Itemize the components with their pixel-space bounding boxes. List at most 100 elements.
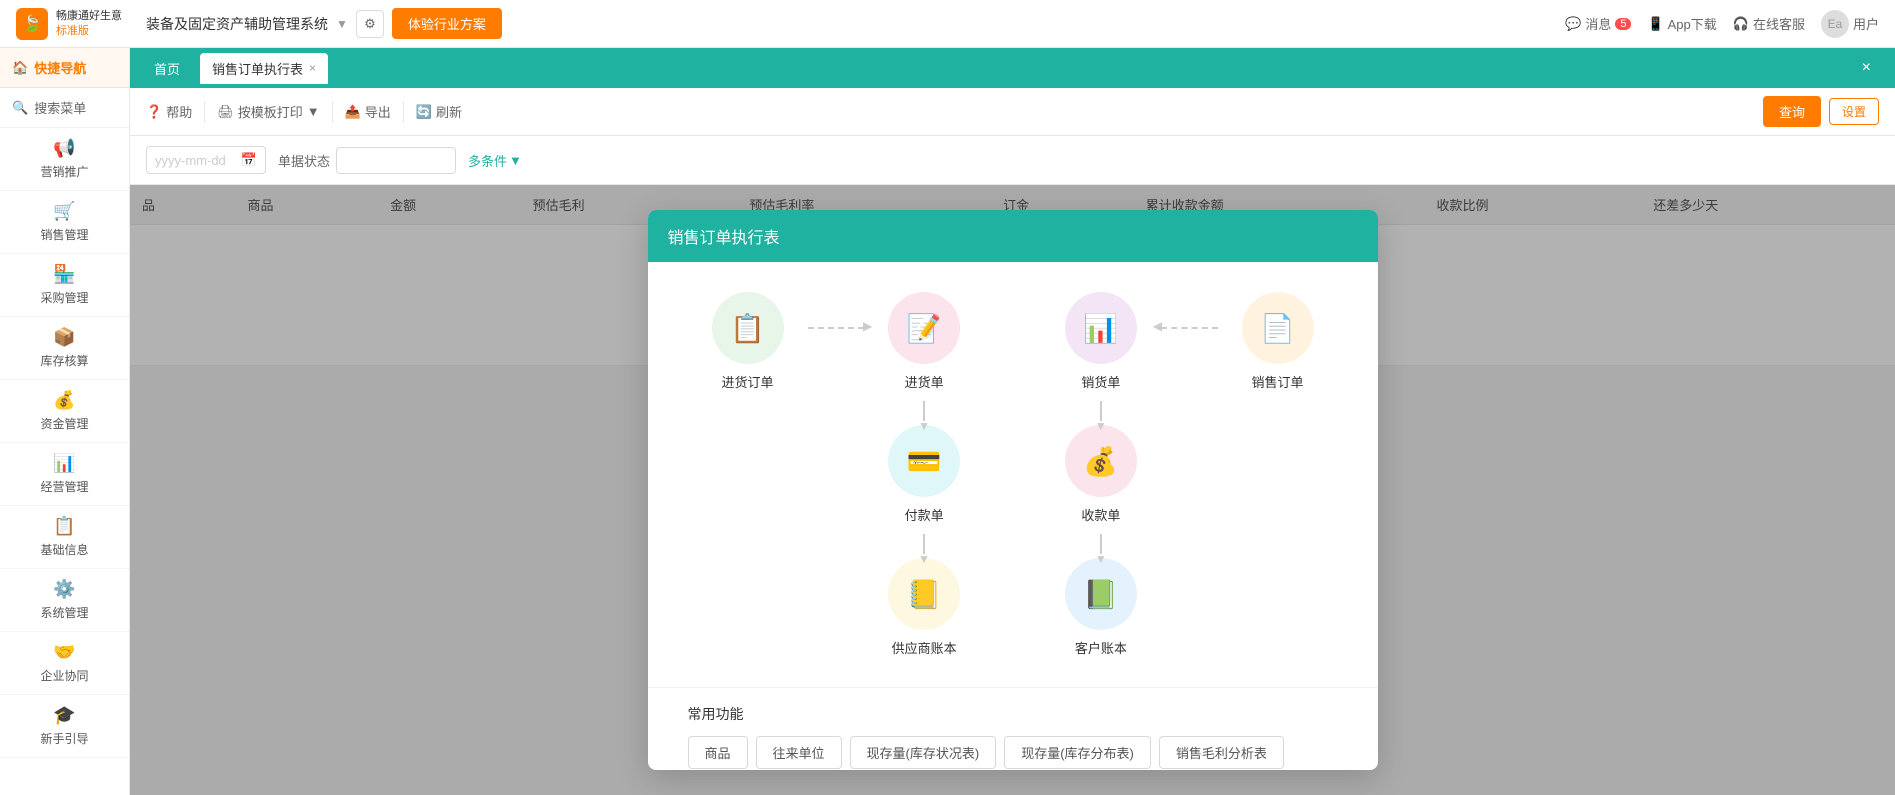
- refresh-button[interactable]: 🔄 刷新: [416, 102, 462, 121]
- sale-order-label: 销售订单: [1252, 372, 1304, 391]
- help-button[interactable]: ❓ 帮助: [146, 102, 192, 121]
- logo-area: 🍃 畅康通好生意 标准版: [16, 8, 146, 40]
- spacer-middle: [984, 328, 1041, 356]
- flow-row-1: 📋 进货订单 📝 进货单: [688, 292, 1338, 391]
- export-icon: 📤: [345, 104, 361, 120]
- flow-node-sale-bill[interactable]: 📊 销货单: [1041, 292, 1161, 391]
- flow-node-purchase-bill[interactable]: 📝 进货单: [864, 292, 984, 391]
- modal-header: 销售订单执行表: [648, 210, 1378, 262]
- marketing-icon: 📢: [53, 138, 75, 159]
- set-button[interactable]: 设置: [1829, 98, 1879, 125]
- online-service-button[interactable]: 🎧 在线客服: [1733, 14, 1805, 33]
- avatar: Ea: [1821, 10, 1849, 38]
- sidebar-item-basic[interactable]: 📋 基础信息: [0, 506, 129, 569]
- sale-bill-circle: 📊: [1065, 292, 1137, 364]
- status-field: 单据状态: [278, 147, 456, 174]
- sidebar-item-purchase[interactable]: 🏪 采购管理: [0, 254, 129, 317]
- tab-sales-order[interactable]: 销售订单执行表 ×: [200, 53, 328, 84]
- gear-button[interactable]: ⚙: [356, 10, 384, 38]
- main-content: 品 商品 金额 预估毛利 预估毛利率 订金 累计收款金额 收款比例 还差多少天: [130, 185, 1895, 795]
- tab-bar: 首页 销售订单执行表 × ×: [130, 48, 1895, 88]
- func-btn-product[interactable]: 商品: [688, 736, 748, 769]
- message-button[interactable]: 💬 消息 5: [1565, 14, 1631, 33]
- date-start-input[interactable]: yyyy-mm-dd 📅: [146, 146, 266, 174]
- func-btn-stock-dist[interactable]: 现存量(库存分布表): [1004, 736, 1151, 769]
- flow-node-purchase-order[interactable]: 📋 进货订单: [688, 292, 808, 391]
- top-bar: 🍃 畅康通好生意 标准版 装备及固定资产辅助管理系统 ▼ ⚙ 体验行业方案 💬 …: [0, 0, 1895, 48]
- arrow-v-2: [1100, 401, 1102, 421]
- func-btn-stock-status[interactable]: 现存量(库存状况表): [850, 736, 997, 769]
- more-conditions-button[interactable]: 多条件 ▼: [468, 151, 522, 170]
- modal-overlay[interactable]: 销售订单执行表 📋 进货订单: [130, 185, 1895, 795]
- search-menu-item[interactable]: 🔍 搜索菜单: [0, 88, 129, 128]
- sidebar-item-newbie[interactable]: 🎓 新手引导: [0, 695, 129, 758]
- print-icon: 🖨: [217, 104, 234, 120]
- purchase-bill-label: 进货单: [905, 372, 944, 391]
- common-functions-area: 常用功能 商品 往来单位 现存量(库存状况表) 现存量(库存分布表) 销售毛利分…: [648, 687, 1378, 770]
- basic-icon: 📋: [53, 516, 75, 537]
- flow-node-receipt[interactable]: 💰 收款单: [1041, 425, 1161, 524]
- system-dropdown-arrow[interactable]: ▼: [336, 17, 348, 31]
- sidebar-item-sales[interactable]: 🛒 销售管理: [0, 191, 129, 254]
- download-icon: 📱: [1647, 16, 1663, 32]
- flow-arrows-row2: [688, 534, 1338, 554]
- export-button[interactable]: 📤 导出: [345, 102, 391, 121]
- sidebar-item-enterprise[interactable]: 🤝 企业协同: [0, 632, 129, 695]
- customer-ledger-label: 客户账本: [1075, 638, 1127, 657]
- supplier-ledger-label: 供应商账本: [892, 638, 957, 657]
- flow-diagram: 📋 进货订单 📝 进货单: [648, 262, 1378, 687]
- func-btn-counterpart[interactable]: 往来单位: [756, 736, 842, 769]
- status-select[interactable]: [336, 147, 456, 174]
- sidebar-item-operation[interactable]: 📊 经营管理: [0, 443, 129, 506]
- service-icon: 🎧: [1733, 16, 1749, 32]
- arrow-down-receipt: [1041, 534, 1161, 554]
- s9: [984, 534, 1041, 554]
- spacer-left: [688, 401, 808, 421]
- flow-row-3: 📒 供应商账本 📗 客户账本: [688, 558, 1338, 657]
- flow-node-customer-ledger[interactable]: 📗 客户账本: [1041, 558, 1161, 657]
- func-buttons-row: 商品 往来单位 现存量(库存状况表) 现存量(库存分布表) 销售毛利分析表 商品…: [688, 736, 1338, 770]
- message-badge: 5: [1615, 18, 1631, 30]
- operation-icon: 📊: [53, 453, 75, 474]
- payment-label: 付款单: [905, 505, 944, 524]
- print-dropdown-icon: ▼: [307, 104, 320, 119]
- divider3: [403, 102, 404, 122]
- expand-icon: ▼: [509, 153, 522, 168]
- purchase-order-circle: 📋: [712, 292, 784, 364]
- arrow-down-payment: [864, 534, 984, 554]
- flow-node-sale-order[interactable]: 📄 销售订单: [1218, 292, 1338, 391]
- flow-node-payment[interactable]: 💳 付款单: [864, 425, 984, 524]
- flow-node-supplier-ledger[interactable]: 📒 供应商账本: [864, 558, 984, 657]
- quick-nav-header[interactable]: 🏠 快捷导航: [0, 48, 129, 88]
- flow-arrows-row: [688, 401, 1338, 421]
- func-btn-sales-profit[interactable]: 销售毛利分析表: [1159, 736, 1284, 769]
- app-download-button[interactable]: 📱 App下载: [1647, 14, 1716, 33]
- newbie-icon: 🎓: [53, 705, 75, 726]
- tab-bar-close-icon[interactable]: ×: [1846, 59, 1887, 77]
- experience-button[interactable]: 体验行业方案: [392, 8, 502, 39]
- purchase-order-label: 进货订单: [721, 372, 773, 391]
- s8: [808, 534, 865, 554]
- flow-row-2: 💳 付款单 💰 收款单: [688, 425, 1338, 524]
- template-print-button[interactable]: 🖨 按模板打印 ▼: [217, 102, 319, 121]
- sidebar-item-marketing[interactable]: 📢 营销推广: [0, 128, 129, 191]
- sidebar-item-inventory[interactable]: 📦 库存核算: [0, 317, 129, 380]
- arrow-line-2: [1161, 327, 1218, 329]
- common-func-title: 常用功能: [688, 704, 1338, 724]
- refresh-icon: 🔄: [416, 104, 432, 120]
- arrow-down-purchase: [864, 401, 984, 421]
- top-right-area: 💬 消息 5 📱 App下载 🎧 在线客服 Ea 用户: [1565, 10, 1879, 38]
- sidebar-item-system[interactable]: ⚙️ 系统管理: [0, 569, 129, 632]
- content-area: 首页 销售订单执行表 × × ❓ 帮助 🖨 按模板打印 ▼: [130, 48, 1895, 795]
- sale-bill-label: 销货单: [1081, 372, 1120, 391]
- sale-order-circle: 📄: [1242, 292, 1314, 364]
- sidebar-item-finance[interactable]: 💰 资金管理: [0, 380, 129, 443]
- arrow-v-4: [1100, 534, 1102, 554]
- user-menu-button[interactable]: Ea 用户: [1821, 10, 1879, 38]
- modal-dialog: 销售订单执行表 📋 进货订单: [648, 210, 1378, 770]
- supplier-ledger-circle: 📒: [888, 558, 960, 630]
- finance-icon: 💰: [53, 390, 75, 411]
- tab-close-icon[interactable]: ×: [309, 61, 316, 75]
- tab-home[interactable]: 首页: [138, 51, 196, 86]
- query-button[interactable]: 查询: [1763, 96, 1821, 127]
